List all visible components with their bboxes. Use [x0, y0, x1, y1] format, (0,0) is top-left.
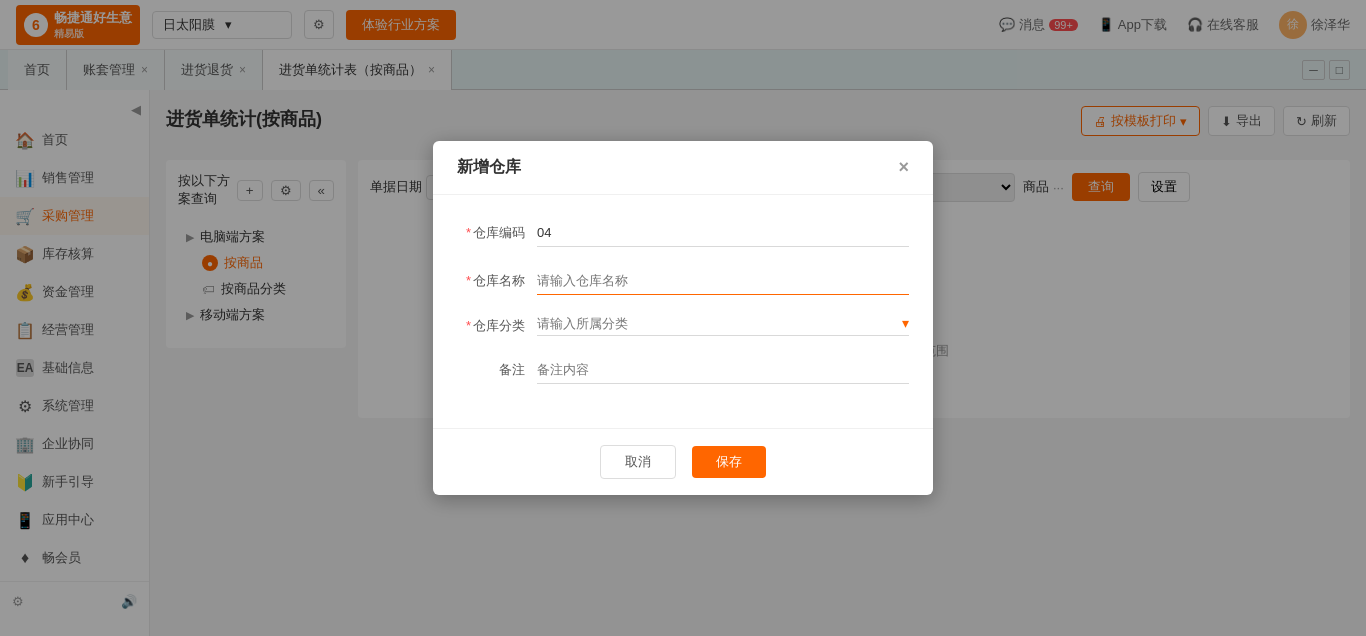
cancel-button[interactable]: 取消	[600, 445, 676, 479]
note-input[interactable]	[537, 356, 909, 384]
modal-title: 新增仓库	[457, 157, 521, 178]
code-label: 仓库编码	[457, 224, 537, 242]
form-row-name: 仓库名称	[457, 267, 909, 295]
code-input[interactable]	[537, 219, 909, 247]
save-button[interactable]: 保存	[692, 446, 766, 478]
category-select-wrapper: ▾	[537, 315, 909, 336]
add-warehouse-modal: 新增仓库 × 仓库编码 仓库名称 仓库分类 ▾	[433, 141, 933, 495]
modal-header: 新增仓库 ×	[433, 141, 933, 195]
form-row-code: 仓库编码	[457, 219, 909, 247]
name-label: 仓库名称	[457, 272, 537, 290]
modal-body: 仓库编码 仓库名称 仓库分类 ▾ 备注	[433, 195, 933, 428]
modal-close-button[interactable]: ×	[898, 157, 909, 178]
category-dropdown-icon[interactable]: ▾	[902, 315, 909, 331]
name-input[interactable]	[537, 267, 909, 295]
category-input[interactable]	[537, 316, 902, 331]
form-row-category: 仓库分类 ▾	[457, 315, 909, 336]
category-label: 仓库分类	[457, 317, 537, 335]
form-row-note: 备注	[457, 356, 909, 384]
modal-overlay: 新增仓库 × 仓库编码 仓库名称 仓库分类 ▾	[0, 0, 1366, 636]
modal-footer: 取消 保存	[433, 428, 933, 495]
note-label: 备注	[457, 361, 537, 379]
